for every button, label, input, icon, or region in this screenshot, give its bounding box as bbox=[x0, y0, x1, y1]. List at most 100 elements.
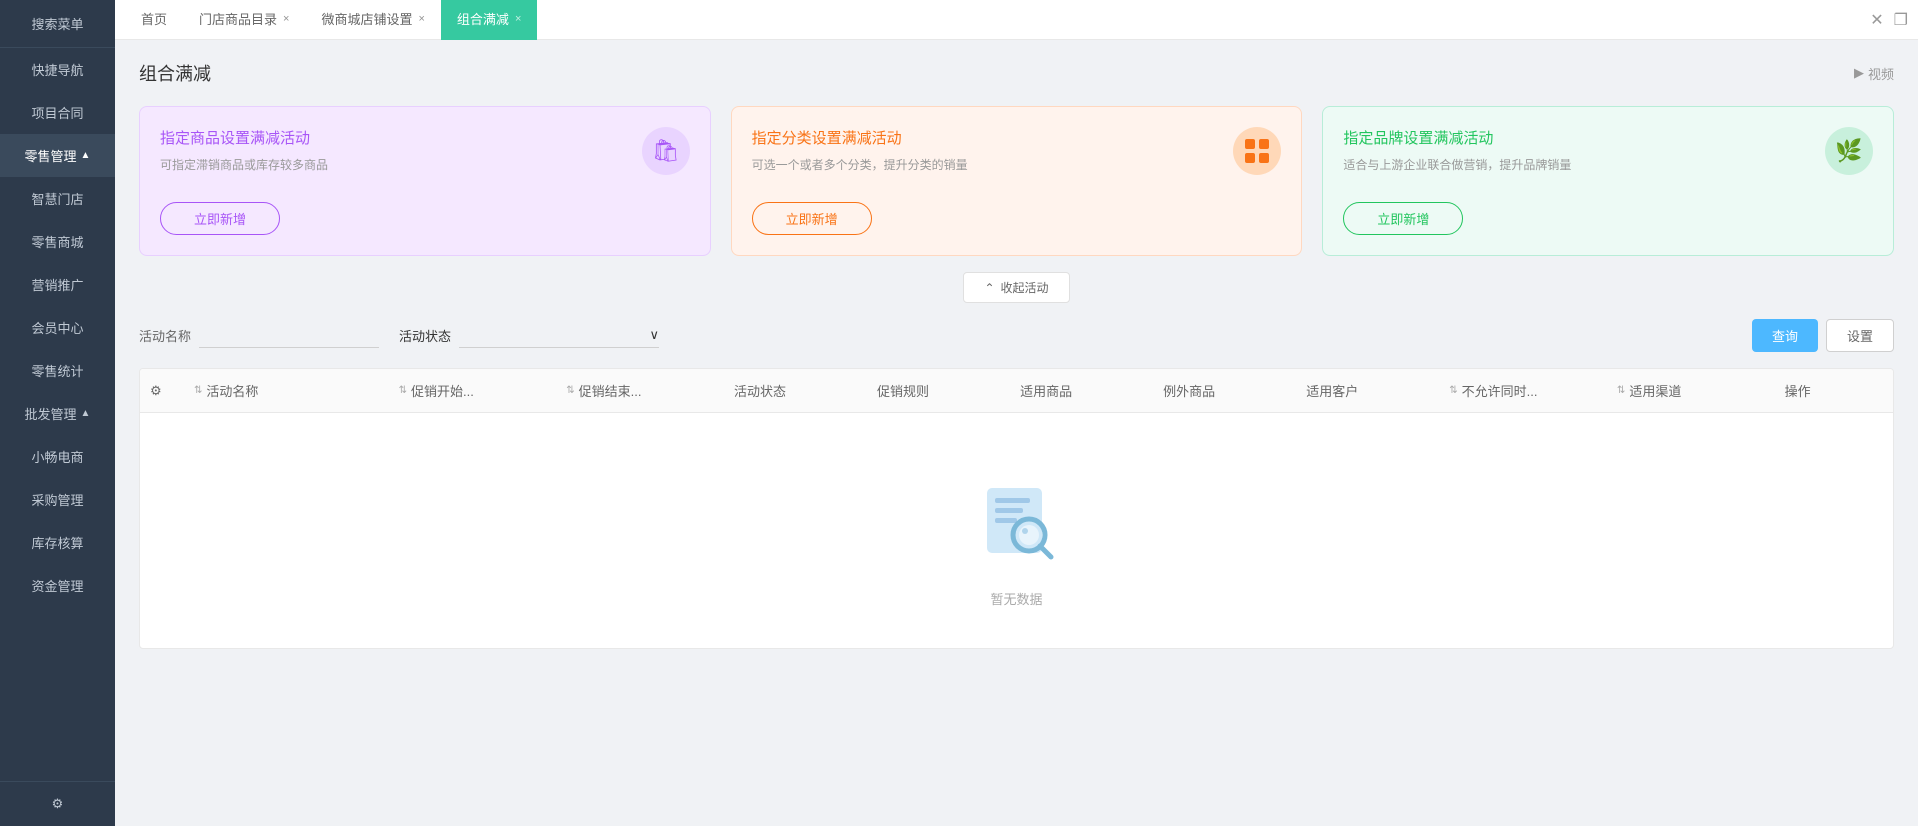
sidebar-item-project-contract[interactable]: 项目合同 bbox=[0, 91, 115, 134]
gear-icon: ⚙ bbox=[150, 383, 162, 399]
tab-home-label: 首页 bbox=[141, 9, 167, 28]
sidebar-item-finance[interactable]: 资金管理 bbox=[0, 564, 115, 607]
chevron-down-icon: ∨ bbox=[650, 327, 660, 343]
th-activity-name: ⇅ 活动名称 bbox=[184, 369, 389, 412]
sort-icon[interactable]: ⇅ bbox=[194, 385, 202, 396]
product-card-desc: 可指定滞销商品或库存较多商品 bbox=[160, 156, 690, 186]
minimize-icon[interactable]: ✕ bbox=[1870, 10, 1883, 30]
tab-combo-discount[interactable]: 组合满减 × bbox=[441, 0, 537, 40]
chevron-down-icon: ▲ bbox=[81, 408, 91, 419]
sidebar-item-label: 项目合同 bbox=[31, 103, 83, 122]
th-notsame: ⇅ 不允许同时... bbox=[1439, 369, 1607, 412]
sort-icon[interactable]: ⇅ bbox=[1617, 385, 1625, 396]
sidebar-item-label: 批发管理 bbox=[25, 404, 77, 423]
leaf-icon: 🌿 bbox=[1825, 127, 1873, 175]
sidebar-item-label: 零售统计 bbox=[31, 361, 83, 380]
sort-icon[interactable]: ⇅ bbox=[399, 385, 407, 396]
sidebar-item-wholesale-mgmt[interactable]: 批发管理 ▲ bbox=[0, 392, 115, 435]
th-channel: ⇅ 适用渠道 bbox=[1607, 369, 1775, 412]
sidebar-item-marketing[interactable]: 营销推广 bbox=[0, 263, 115, 306]
bag-icon: 🛍 bbox=[642, 127, 690, 175]
maximize-icon[interactable]: ❐ bbox=[1894, 10, 1908, 30]
data-table: ⚙ ⇅ 活动名称 ⇅ 促销开始... ⇅ 促销结束... 活动状态 bbox=[139, 368, 1894, 649]
tab-store-catalog-label: 门店商品目录 bbox=[199, 9, 277, 28]
sidebar-item-retail-mgmt[interactable]: 零售管理 ▲ bbox=[0, 134, 115, 177]
category-card: 指定分类设置满减活动 可选一个或者多个分类，提升分类的销量 立即新增 bbox=[731, 106, 1303, 256]
table-header: ⚙ ⇅ 活动名称 ⇅ 促销开始... ⇅ 促销结束... 活动状态 bbox=[140, 369, 1893, 413]
activity-name-input[interactable] bbox=[199, 324, 379, 348]
th-end: ⇅ 促销结束... bbox=[556, 369, 724, 412]
tab-bar: 首页 门店商品目录 × 微商城店铺设置 × 组合满减 × ✕ ❐ bbox=[115, 0, 1918, 40]
tab-home[interactable]: 首页 bbox=[125, 0, 183, 40]
sidebar-item-member-center[interactable]: 会员中心 bbox=[0, 306, 115, 349]
sort-icon[interactable]: ⇅ bbox=[1449, 385, 1457, 396]
collapse-button[interactable]: ⌃ 收起活动 bbox=[963, 272, 1069, 303]
sidebar-item-label: 营销推广 bbox=[31, 275, 83, 294]
gear-icon: ⚙ bbox=[52, 796, 64, 811]
category-card-add-button[interactable]: 立即新增 bbox=[752, 202, 872, 235]
sort-icon[interactable]: ⇅ bbox=[566, 385, 574, 396]
tab-combo-discount-label: 组合满减 bbox=[457, 9, 509, 28]
chevron-up-icon: ▲ bbox=[81, 150, 91, 161]
page-title: 组合满减 bbox=[139, 60, 211, 86]
play-icon: ▶ bbox=[1854, 65, 1864, 81]
sidebar-item-xiao-ecommerce[interactable]: 小畅电商 bbox=[0, 435, 115, 478]
sidebar-item-purchase-mgmt[interactable]: 采购管理 bbox=[0, 478, 115, 521]
sidebar: 搜索菜单 快捷导航 项目合同 零售管理 ▲ 智慧门店 零售商城 营销推广 会员中… bbox=[0, 0, 115, 826]
sidebar-item-quick-nav[interactable]: 快捷导航 bbox=[0, 48, 115, 91]
activity-status-label: 活动状态 bbox=[399, 326, 451, 345]
brand-card-title: 指定品牌设置满减活动 bbox=[1343, 127, 1873, 148]
video-link[interactable]: ▶ 视频 bbox=[1854, 64, 1894, 83]
th-status: 活动状态 bbox=[724, 369, 867, 412]
tab-wechat-store-label: 微商城店铺设置 bbox=[321, 9, 412, 28]
activity-name-label: 活动名称 bbox=[139, 326, 191, 345]
brand-card-add-button[interactable]: 立即新增 bbox=[1343, 202, 1463, 235]
chevron-up-icon: ⌃ bbox=[984, 281, 994, 295]
th-rule: 促销规则 bbox=[867, 369, 1010, 412]
search-actions: 查询 设置 bbox=[1752, 319, 1894, 352]
sidebar-item-retail-mall[interactable]: 零售商城 bbox=[0, 220, 115, 263]
sidebar-item-inventory[interactable]: 库存核算 bbox=[0, 521, 115, 564]
sidebar-item-label: 资金管理 bbox=[31, 576, 83, 595]
brand-card-desc: 适合与上游企业联合做营销，提升品牌销量 bbox=[1343, 156, 1873, 186]
sidebar-item-label: 零售管理 bbox=[25, 146, 77, 165]
grid-icon bbox=[1233, 127, 1281, 175]
th-action: 操作 bbox=[1775, 369, 1893, 412]
category-card-title: 指定分类设置满减活动 bbox=[752, 127, 1282, 148]
close-icon[interactable]: × bbox=[418, 13, 424, 25]
activity-status-select[interactable]: ∨ bbox=[459, 323, 659, 348]
th-goods: 适用商品 bbox=[1010, 369, 1153, 412]
settings-button[interactable]: 设置 bbox=[1826, 319, 1894, 352]
product-card-add-button[interactable]: 立即新增 bbox=[160, 202, 280, 235]
sidebar-settings[interactable]: ⚙ bbox=[0, 781, 115, 826]
sidebar-item-retail-stats[interactable]: 零售统计 bbox=[0, 349, 115, 392]
th-customer: 适用客户 bbox=[1296, 369, 1439, 412]
sidebar-item-label: 采购管理 bbox=[31, 490, 83, 509]
sidebar-item-label: 库存核算 bbox=[31, 533, 83, 552]
sidebar-search[interactable]: 搜索菜单 bbox=[0, 0, 115, 48]
query-button[interactable]: 查询 bbox=[1752, 319, 1818, 352]
category-card-desc: 可选一个或者多个分类，提升分类的销量 bbox=[752, 156, 1282, 186]
close-icon[interactable]: × bbox=[283, 13, 289, 25]
tab-wechat-store[interactable]: 微商城店铺设置 × bbox=[305, 0, 440, 40]
close-icon[interactable]: × bbox=[515, 13, 521, 25]
product-card: 指定商品设置满减活动 🛍 可指定滞销商品或库存较多商品 立即新增 bbox=[139, 106, 711, 256]
brand-card: 指定品牌设置满减活动 🌿 适合与上游企业联合做营销，提升品牌销量 立即新增 bbox=[1322, 106, 1894, 256]
th-start: ⇅ 促销开始... bbox=[389, 369, 557, 412]
th-except: 例外商品 bbox=[1153, 369, 1296, 412]
collapse-label: 收起活动 bbox=[1001, 279, 1049, 296]
sidebar-item-smart-store[interactable]: 智慧门店 bbox=[0, 177, 115, 220]
sidebar-item-label: 快捷导航 bbox=[31, 60, 83, 79]
main-area: 首页 门店商品目录 × 微商城店铺设置 × 组合满减 × ✕ ❐ 组合满减 ▶ … bbox=[115, 0, 1918, 826]
collapse-row: ⌃ 收起活动 bbox=[139, 272, 1894, 303]
activity-name-field: 活动名称 bbox=[139, 324, 379, 348]
search-bar: 活动名称 活动状态 ∨ 查询 设置 bbox=[139, 319, 1894, 352]
empty-state: 暂无数据 bbox=[140, 413, 1893, 648]
th-gear[interactable]: ⚙ bbox=[140, 371, 184, 411]
product-card-title: 指定商品设置满减活动 bbox=[160, 127, 690, 148]
sidebar-item-label: 零售商城 bbox=[31, 232, 83, 251]
activity-status-field: 活动状态 ∨ bbox=[399, 323, 659, 348]
empty-illustration bbox=[967, 473, 1067, 573]
tab-store-catalog[interactable]: 门店商品目录 × bbox=[183, 0, 305, 40]
empty-text: 暂无数据 bbox=[990, 589, 1042, 608]
